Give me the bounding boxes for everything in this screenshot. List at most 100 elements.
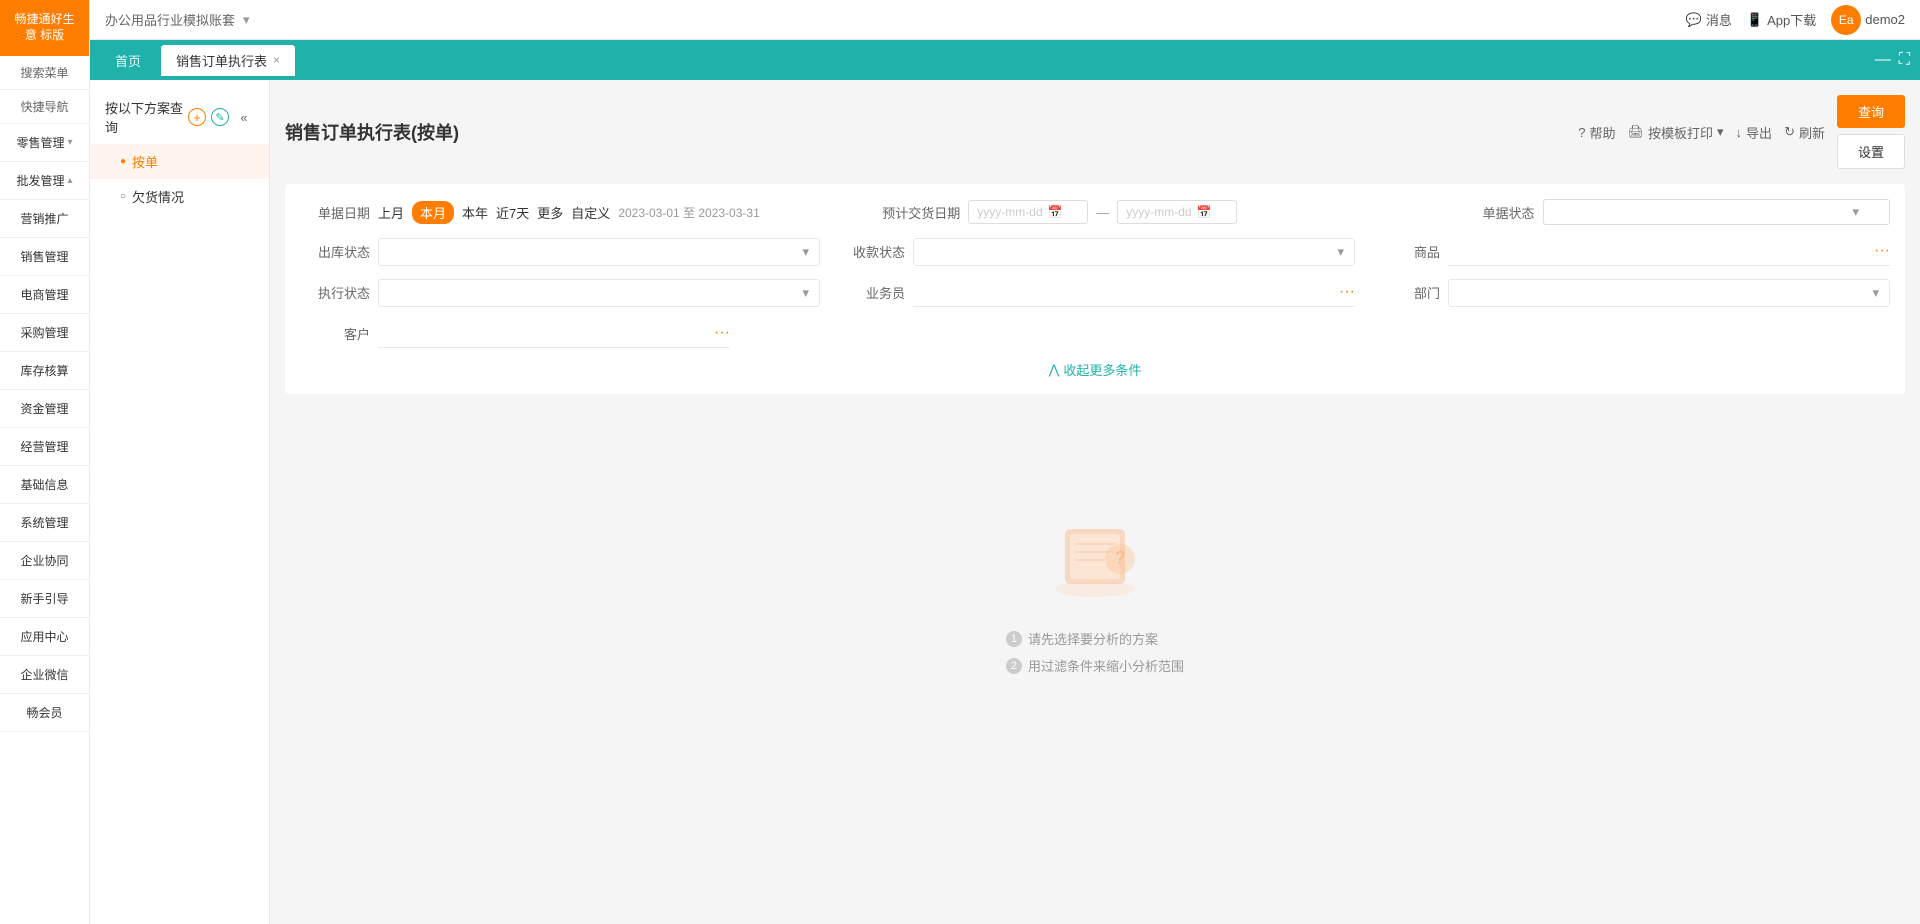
execution-select[interactable]: ▾ [378,279,820,307]
settings-button[interactable]: 设置 [1837,134,1905,169]
message-label: 消息 [1706,10,1732,29]
tip-text-1: 请先选择要分析的方案 [1028,629,1158,648]
sidebar-item-retail[interactable]: 零售管理▾ [0,124,89,162]
sidebar-item-inventory[interactable]: 库存核算 [0,352,89,390]
expected-date-group: 预计交货日期 yyyy-mm-dd 📅 — yyyy-mm-dd 📅 [882,200,1449,224]
salesperson-group: 业务员 ··· [835,278,1355,307]
tab-home[interactable]: 首页 [100,45,156,76]
salesperson-select[interactable]: ··· [913,278,1355,307]
page-title: 销售订单执行表(按单) [285,119,459,145]
status-label: 单据状态 [1465,203,1535,222]
refresh-btn[interactable]: ↻ 刷新 [1784,123,1825,142]
empty-tip-2: 2 用过滤条件来缩小分析范围 [1006,656,1184,675]
customer-label: 客户 [300,324,370,343]
scheme-label: 按单 [132,152,158,171]
sidebar-item-guide[interactable]: 新手引导 [0,580,89,618]
empty-tips: 1 请先选择要分析的方案 2 用过滤条件来缩小分析范围 [1006,629,1184,675]
customer-group: 客户 ··· [300,319,730,348]
status-group: 单据状态 ▾ [1465,199,1890,225]
scheme-item-backorder[interactable]: ○ 欠货情况 [90,179,269,214]
empty-tip-1: 1 请先选择要分析的方案 [1006,629,1184,648]
customer-select[interactable]: ··· [378,319,730,348]
tab-sales-order-exec[interactable]: 销售订单执行表 × [161,45,295,76]
app-download-btn[interactable]: 📱 App下载 [1747,10,1816,29]
action-buttons: 查询 设置 [1837,95,1905,169]
date-tab-7days[interactable]: 近7天 [496,203,529,222]
sidebar-item-base-info[interactable]: 基础信息 [0,466,89,504]
sidebar-item-purchase[interactable]: 采购管理 [0,314,89,352]
message-btn[interactable]: 💬 消息 [1686,10,1732,29]
goods-select[interactable]: ··· [1448,237,1890,266]
sidebar-item-operations[interactable]: 经营管理 [0,428,89,466]
add-scheme-btn[interactable]: + [188,108,206,126]
topbar: 办公用品行业模拟账套 ▾ 💬 消息 📱 App下载 Ea demo2 [90,0,1920,40]
sidebar-item-system[interactable]: 系统管理 [0,504,89,542]
collapse-label: 收起更多条件 [1063,360,1141,379]
date-tab-last-month[interactable]: 上月 [378,203,404,222]
outbound-select[interactable]: ▾ [378,238,820,266]
edit-scheme-btn[interactable]: ✎ [211,108,229,126]
tab-label: 销售订单执行表 [176,51,267,70]
sidebar-item-marketing[interactable]: 营销推广 [0,200,89,238]
date-tabs: 上月 本月 本年 近7天 更多 自定义 [378,201,610,224]
chevron-up-icon: ▴ [67,175,72,186]
tab-close-icon[interactable]: × [273,53,280,67]
salesperson-label: 业务员 [835,283,905,302]
date-tab-this-month[interactable]: 本月 [412,201,454,224]
expected-date-end[interactable]: yyyy-mm-dd 📅 [1117,200,1237,224]
dots-icon[interactable]: ··· [1874,242,1890,260]
app-logo: 畅捷通好生意 标版 [0,0,89,56]
export-label: 导出 [1746,123,1772,142]
sidebar-item-app-center[interactable]: 应用中心 [0,618,89,656]
chevron-icon4: ▾ [1872,285,1879,301]
date-placeholder-start: yyyy-mm-dd [977,205,1042,219]
sidebar-item-member[interactable]: 畅会员 [0,694,89,732]
expected-date-label: 预计交货日期 [882,203,960,222]
scheme-icon: ○ [120,191,126,202]
avatar: Ea [1831,5,1861,35]
filter-row-3: 执行状态 ▾ 业务员 ··· 部门 [300,278,1890,307]
dots-icon2[interactable]: ··· [1339,283,1355,301]
filter-row-1: 单据日期 上月 本月 本年 近7天 更多 自定义 2023-03-01 至 20… [300,199,1890,225]
page-actions: ? 帮助 🖨 按模板打印 ▾ ↓ 导出 ↻ 刷新 [1578,95,1905,169]
date-tab-custom[interactable]: 自定义 [571,203,610,222]
department-select[interactable]: ▾ [1448,279,1890,307]
export-btn[interactable]: ↓ 导出 [1736,123,1773,142]
date-filter-group: 单据日期 上月 本月 本年 近7天 更多 自定义 2023-03-01 至 20… [300,201,867,224]
date-tab-this-year[interactable]: 本年 [462,203,488,222]
scheme-item-by-order[interactable]: ● 按单 [90,144,269,179]
home-label: 首页 [115,51,141,70]
sidebar: 畅捷通好生意 标版 搜索菜单 快捷导航 零售管理▾ 批发管理▴ 营销推广 销售管… [0,0,90,924]
app-dropdown-icon[interactable]: ▾ [243,12,250,28]
status-select[interactable]: ▾ [1543,199,1890,225]
search-menu-btn[interactable]: 搜索菜单 [0,56,89,90]
left-panel-title: 按以下方案查询 [105,98,188,136]
sidebar-item-wechat[interactable]: 企业微信 [0,656,89,694]
calendar-icon: 📅 [1048,205,1063,219]
refresh-label: 刷新 [1799,123,1825,142]
sidebar-item-sales[interactable]: 销售管理 [0,238,89,276]
date-tab-more[interactable]: 更多 [537,203,563,222]
filter-row-4: 客户 ··· [300,319,1890,348]
left-panel-actions: + ✎ « [188,107,254,127]
user-info[interactable]: Ea demo2 [1831,5,1905,35]
help-btn[interactable]: ? 帮助 [1578,123,1615,142]
chevron-icon2: ▾ [1337,244,1344,260]
sidebar-item-finance[interactable]: 资金管理 [0,390,89,428]
logo-text: 畅捷通好生意 标版 [10,12,79,43]
expected-date-start[interactable]: yyyy-mm-dd 📅 [968,200,1088,224]
minimize-btn[interactable]: — [1875,51,1891,69]
date-range-display: 2023-03-01 至 2023-03-31 [618,204,759,221]
left-panel-header: 按以下方案查询 + ✎ « [90,90,269,144]
search-button[interactable]: 查询 [1837,95,1905,128]
sidebar-item-wholesale[interactable]: 批发管理▴ [0,162,89,200]
maximize-btn[interactable]: ⛶ [1899,51,1910,69]
quick-nav-btn[interactable]: 快捷导航 [0,90,89,124]
payment-select[interactable]: ▾ [913,238,1355,266]
collapse-left-btn[interactable]: « [234,107,254,127]
collapse-filter-btn[interactable]: ⋀ 收起更多条件 [300,360,1890,379]
print-btn[interactable]: 🖨 按模板打印 ▾ [1627,123,1723,142]
sidebar-item-enterprise[interactable]: 企业协同 [0,542,89,580]
dots-icon3[interactable]: ··· [714,324,730,342]
sidebar-item-ecommerce[interactable]: 电商管理 [0,276,89,314]
